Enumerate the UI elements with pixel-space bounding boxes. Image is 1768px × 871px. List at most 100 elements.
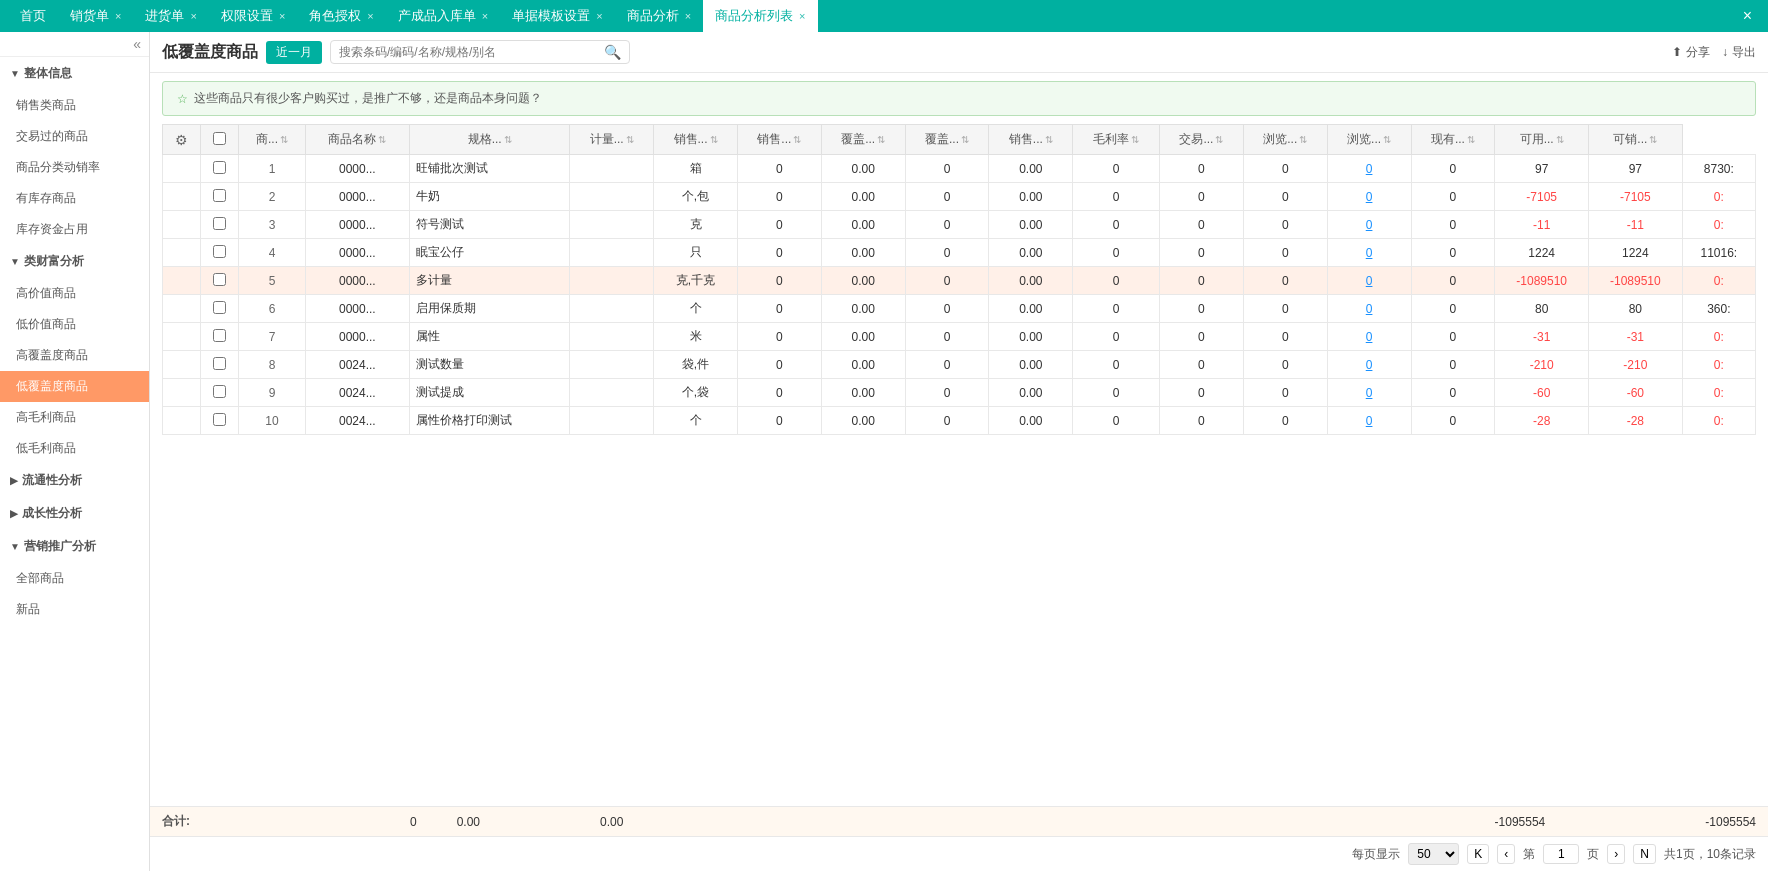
- col-available[interactable]: 可用...⇅: [1495, 125, 1589, 155]
- row-saleable: 0:: [1682, 267, 1755, 295]
- row-browse1[interactable]: 0: [1327, 295, 1411, 323]
- sidebar-item-capital[interactable]: 库存资金占用: [0, 214, 149, 245]
- row-browse1[interactable]: 0: [1327, 155, 1411, 183]
- row-browse1[interactable]: 0: [1327, 407, 1411, 435]
- col-browse1[interactable]: 浏览...⇅: [1243, 125, 1327, 155]
- prev-page-button[interactable]: ‹: [1497, 844, 1515, 864]
- row-sales-count: 0: [1073, 295, 1160, 323]
- close-icon[interactable]: ×: [596, 10, 602, 22]
- col-transaction[interactable]: 交易...⇅: [1160, 125, 1244, 155]
- col-coverage1[interactable]: 覆盖...⇅: [821, 125, 905, 155]
- sidebar-section-growth[interactable]: ▶ 成长性分析: [0, 497, 149, 530]
- row-checkbox[interactable]: [201, 155, 239, 183]
- row-select-checkbox[interactable]: [213, 189, 226, 202]
- next-page-button[interactable]: ›: [1607, 844, 1625, 864]
- row-checkbox[interactable]: [201, 379, 239, 407]
- sidebar-item-sales-goods[interactable]: 销售类商品: [0, 90, 149, 121]
- row-checkbox[interactable]: [201, 295, 239, 323]
- col-name[interactable]: 商品名称⇅: [305, 125, 409, 155]
- col-gross-margin[interactable]: 毛利率⇅: [1073, 125, 1160, 155]
- nav-home[interactable]: 首页: [8, 0, 58, 32]
- sidebar-section-marketing[interactable]: ▼ 营销推广分析: [0, 530, 149, 563]
- sidebar-section-liquidity[interactable]: ▶ 流通性分析: [0, 464, 149, 497]
- col-current-stock[interactable]: 现有...⇅: [1411, 125, 1495, 155]
- nav-role[interactable]: 角色授权 ×: [297, 0, 385, 32]
- search-input[interactable]: [339, 45, 604, 59]
- row-checkbox[interactable]: [201, 323, 239, 351]
- col-spec[interactable]: 规格...⇅: [410, 125, 570, 155]
- row-browse1[interactable]: 0: [1327, 323, 1411, 351]
- close-icon[interactable]: ×: [482, 10, 488, 22]
- row-transaction: 0: [1243, 407, 1327, 435]
- time-filter-button[interactable]: 近一月: [266, 41, 322, 64]
- sidebar-item-new-goods[interactable]: 新品: [0, 594, 149, 625]
- col-unit[interactable]: 计量...⇅: [570, 125, 654, 155]
- row-browse1[interactable]: 0: [1327, 239, 1411, 267]
- col-settings[interactable]: ⚙: [163, 125, 201, 155]
- row-select-checkbox[interactable]: [213, 301, 226, 314]
- sidebar-section-wealth[interactable]: ▼ 类财富分析: [0, 245, 149, 278]
- sidebar-item-category-rate[interactable]: 商品分类动销率: [0, 152, 149, 183]
- sidebar-item-high-margin[interactable]: 高毛利商品: [0, 402, 149, 433]
- nav-production[interactable]: 产成品入库单 ×: [386, 0, 500, 32]
- close-icon[interactable]: ×: [685, 10, 691, 22]
- row-browse1[interactable]: 0: [1327, 211, 1411, 239]
- select-all-checkbox[interactable]: [213, 132, 226, 145]
- row-select-checkbox[interactable]: [213, 385, 226, 398]
- window-close-button[interactable]: ×: [1735, 7, 1760, 25]
- sidebar-collapse-btn[interactable]: «: [133, 36, 141, 52]
- row-checkbox[interactable]: [201, 267, 239, 295]
- sidebar-item-high-value[interactable]: 高价值商品: [0, 278, 149, 309]
- row-select-checkbox[interactable]: [213, 329, 226, 342]
- nav-sales[interactable]: 销货单 ×: [58, 0, 133, 32]
- close-icon[interactable]: ×: [799, 10, 805, 22]
- col-checkbox[interactable]: [201, 125, 239, 155]
- col-saleable[interactable]: 可销...⇅: [1589, 125, 1683, 155]
- sidebar-item-low-value[interactable]: 低价值商品: [0, 309, 149, 340]
- row-select-checkbox[interactable]: [213, 413, 226, 426]
- close-icon[interactable]: ×: [190, 10, 196, 22]
- row-browse1[interactable]: 0: [1327, 183, 1411, 211]
- row-select-checkbox[interactable]: [213, 217, 226, 230]
- close-icon[interactable]: ×: [115, 10, 121, 22]
- first-page-button[interactable]: K: [1467, 844, 1489, 864]
- row-checkbox[interactable]: [201, 407, 239, 435]
- row-browse1[interactable]: 0: [1327, 379, 1411, 407]
- row-select-checkbox[interactable]: [213, 161, 226, 174]
- close-icon[interactable]: ×: [279, 10, 285, 22]
- sidebar-section-overall[interactable]: ▼ 整体信息: [0, 57, 149, 90]
- col-code[interactable]: 商...⇅: [239, 125, 305, 155]
- row-browse1[interactable]: 0: [1327, 267, 1411, 295]
- col-browse2[interactable]: 浏览...⇅: [1327, 125, 1411, 155]
- sidebar-item-high-coverage[interactable]: 高覆盖度商品: [0, 340, 149, 371]
- nav-template[interactable]: 单据模板设置 ×: [500, 0, 614, 32]
- per-page-select[interactable]: 50 20 100: [1408, 843, 1459, 865]
- page-number-input[interactable]: [1543, 844, 1579, 864]
- nav-permission[interactable]: 权限设置 ×: [209, 0, 297, 32]
- sidebar-item-all-goods[interactable]: 全部商品: [0, 563, 149, 594]
- export-button[interactable]: ↓ 导出: [1722, 44, 1756, 61]
- share-button[interactable]: ⬆ 分享: [1672, 44, 1710, 61]
- row-select-checkbox[interactable]: [213, 245, 226, 258]
- col-sales-qty[interactable]: 销售...⇅: [654, 125, 738, 155]
- col-sales-count[interactable]: 销售...⇅: [989, 125, 1073, 155]
- sidebar-item-low-margin[interactable]: 低毛利商品: [0, 433, 149, 464]
- nav-analysis-list[interactable]: 商品分析列表 ×: [703, 0, 817, 32]
- sidebar-item-traded-goods[interactable]: 交易过的商品: [0, 121, 149, 152]
- row-select-checkbox[interactable]: [213, 357, 226, 370]
- row-checkbox[interactable]: [201, 211, 239, 239]
- row-checkbox[interactable]: [201, 239, 239, 267]
- col-coverage2[interactable]: 覆盖...⇅: [905, 125, 989, 155]
- col-sales-amt[interactable]: 销售...⇅: [737, 125, 821, 155]
- table-wrapper[interactable]: ⚙ 商...⇅ 商品名称⇅ 规格...⇅ 计量...⇅ 销售...⇅ 销售...…: [150, 124, 1768, 806]
- last-page-button[interactable]: N: [1633, 844, 1656, 864]
- sidebar-item-low-coverage[interactable]: 低覆盖度商品: [0, 371, 149, 402]
- sidebar-item-in-stock[interactable]: 有库存商品: [0, 183, 149, 214]
- close-icon[interactable]: ×: [367, 10, 373, 22]
- row-checkbox[interactable]: [201, 351, 239, 379]
- nav-analysis[interactable]: 商品分析 ×: [615, 0, 703, 32]
- nav-purchase[interactable]: 进货单 ×: [133, 0, 208, 32]
- row-browse1[interactable]: 0: [1327, 351, 1411, 379]
- row-checkbox[interactable]: [201, 183, 239, 211]
- row-select-checkbox[interactable]: [213, 273, 226, 286]
